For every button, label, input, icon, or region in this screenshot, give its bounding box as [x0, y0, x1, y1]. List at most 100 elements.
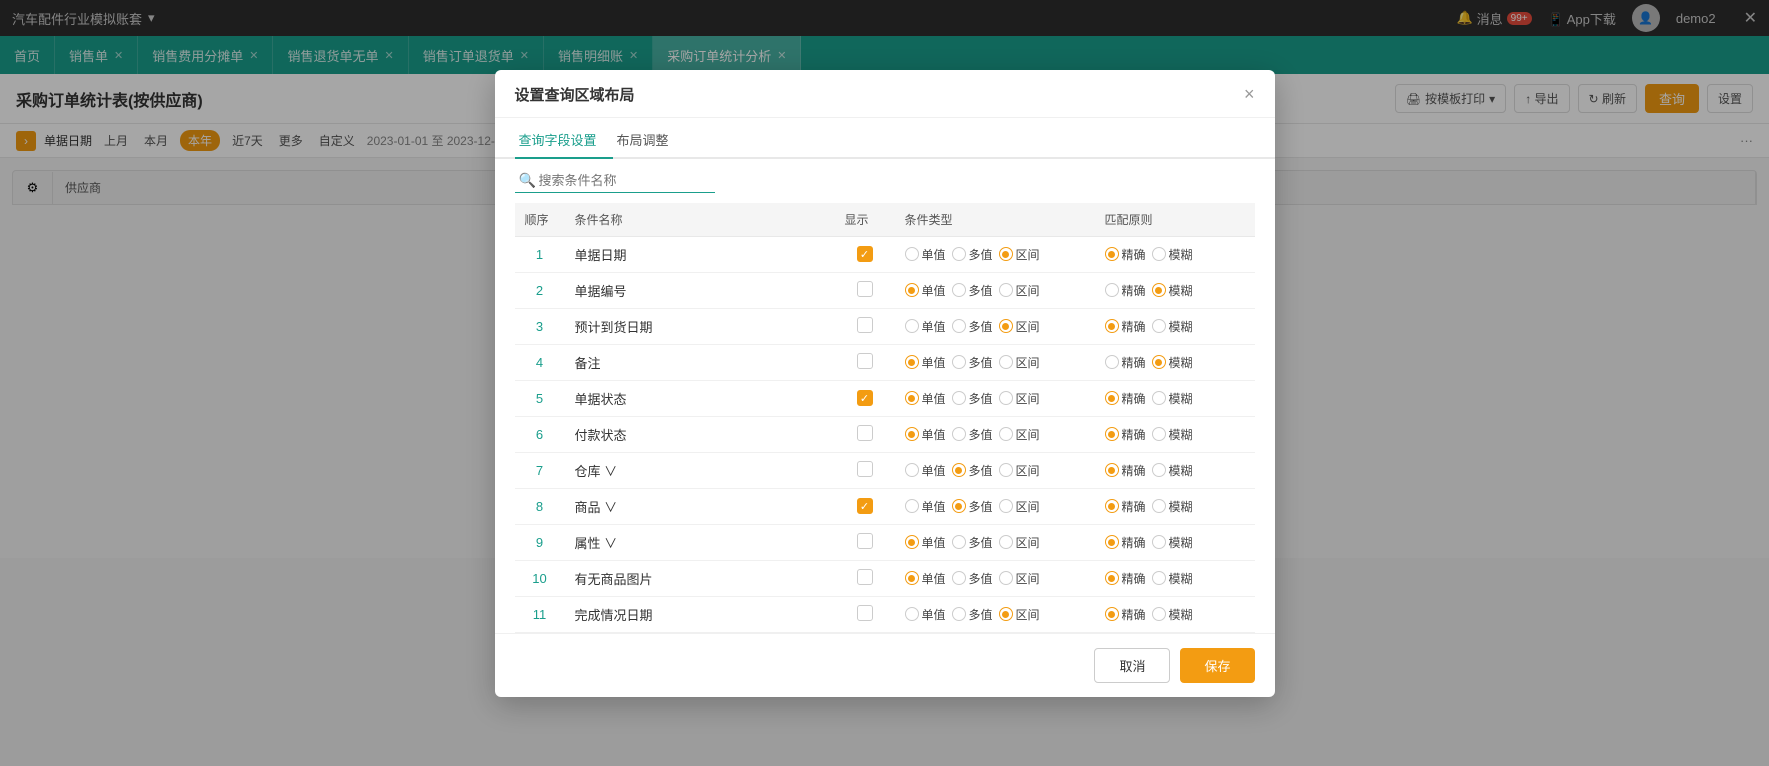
- radio-dot: [999, 535, 1013, 549]
- display-checkbox[interactable]: [857, 317, 873, 333]
- match-radio-精确[interactable]: 精确: [1105, 534, 1146, 551]
- cancel-button[interactable]: 取消: [1094, 648, 1170, 683]
- display-checkbox[interactable]: [857, 533, 873, 549]
- match-radio-精确[interactable]: 精确: [1105, 426, 1146, 443]
- type-radio-单值[interactable]: 单值: [905, 534, 946, 551]
- row-display-checkbox[interactable]: [835, 344, 895, 380]
- display-checkbox[interactable]: [857, 246, 873, 262]
- display-checkbox[interactable]: [857, 605, 873, 621]
- type-radio-单值[interactable]: 单值: [905, 390, 946, 407]
- modal-footer: 取消 保存: [495, 633, 1275, 697]
- match-radio-模糊[interactable]: 模糊: [1152, 390, 1193, 407]
- type-radio-单值[interactable]: 单值: [905, 498, 946, 515]
- type-radio-多值[interactable]: 多值: [952, 498, 993, 515]
- radio-dot: [1152, 463, 1166, 477]
- type-radio-多值[interactable]: 多值: [952, 354, 993, 371]
- type-radio-多值[interactable]: 多值: [952, 390, 993, 407]
- condition-search-input[interactable]: [515, 169, 715, 193]
- row-display-checkbox[interactable]: [835, 560, 895, 596]
- row-display-checkbox[interactable]: [835, 524, 895, 560]
- row-display-checkbox[interactable]: [835, 236, 895, 272]
- row-display-checkbox[interactable]: [835, 488, 895, 524]
- match-radio-精确[interactable]: 精确: [1105, 390, 1146, 407]
- radio-dot: [905, 427, 919, 441]
- type-radio-单值[interactable]: 单值: [905, 570, 946, 587]
- row-display-checkbox[interactable]: [835, 452, 895, 488]
- type-radio-单值[interactable]: 单值: [905, 318, 946, 335]
- type-radio-多值[interactable]: 多值: [952, 246, 993, 263]
- table-row: 8商品 ∨单值多值区间精确模糊: [515, 488, 1255, 524]
- type-radio-单值[interactable]: 单值: [905, 462, 946, 479]
- type-radio-单值[interactable]: 单值: [905, 354, 946, 371]
- match-radio-模糊[interactable]: 模糊: [1152, 570, 1193, 587]
- type-radio-多值[interactable]: 多值: [952, 606, 993, 623]
- row-type-radio-group: 单值多值区间: [895, 416, 1095, 452]
- match-radio-精确[interactable]: 精确: [1105, 606, 1146, 623]
- row-display-checkbox[interactable]: [835, 416, 895, 452]
- display-checkbox[interactable]: [857, 569, 873, 585]
- match-radio-模糊[interactable]: 模糊: [1152, 318, 1193, 335]
- match-radio-模糊[interactable]: 模糊: [1152, 282, 1193, 299]
- type-radio-区间[interactable]: 区间: [999, 354, 1040, 371]
- type-radio-多值[interactable]: 多值: [952, 534, 993, 551]
- match-radio-精确[interactable]: 精确: [1105, 246, 1146, 263]
- match-radio-模糊[interactable]: 模糊: [1152, 534, 1193, 551]
- type-radio-多值[interactable]: 多值: [952, 462, 993, 479]
- row-display-checkbox[interactable]: [835, 380, 895, 416]
- match-radio-模糊[interactable]: 模糊: [1152, 354, 1193, 371]
- display-checkbox[interactable]: [857, 390, 873, 406]
- type-radio-区间[interactable]: 区间: [999, 282, 1040, 299]
- type-radio-区间[interactable]: 区间: [999, 426, 1040, 443]
- type-radio-多值[interactable]: 多值: [952, 318, 993, 335]
- type-radio-区间[interactable]: 区间: [999, 390, 1040, 407]
- display-checkbox[interactable]: [857, 281, 873, 297]
- radio-dot: [905, 391, 919, 405]
- row-condition-name: 单据状态: [565, 380, 835, 416]
- type-radio-区间[interactable]: 区间: [999, 246, 1040, 263]
- type-radio-单值[interactable]: 单值: [905, 606, 946, 623]
- type-radio-区间[interactable]: 区间: [999, 318, 1040, 335]
- row-display-checkbox[interactable]: [835, 272, 895, 308]
- radio-dot: [952, 319, 966, 333]
- modal-close-button[interactable]: ×: [1244, 85, 1255, 103]
- match-radio-模糊[interactable]: 模糊: [1152, 246, 1193, 263]
- type-radio-多值[interactable]: 多值: [952, 426, 993, 443]
- display-checkbox[interactable]: [857, 425, 873, 441]
- row-display-checkbox[interactable]: [835, 308, 895, 344]
- match-radio-模糊[interactable]: 模糊: [1152, 606, 1193, 623]
- table-row: 10有无商品图片单值多值区间精确模糊: [515, 560, 1255, 596]
- type-radio-区间[interactable]: 区间: [999, 606, 1040, 623]
- match-radio-精确[interactable]: 精确: [1105, 318, 1146, 335]
- table-row: 9属性 ∨单值多值区间精确模糊: [515, 524, 1255, 560]
- match-radio-模糊[interactable]: 模糊: [1152, 498, 1193, 515]
- match-radio-模糊[interactable]: 模糊: [1152, 426, 1193, 443]
- modal-tab-query-fields[interactable]: 查询字段设置: [515, 122, 613, 159]
- type-radio-单值[interactable]: 单值: [905, 426, 946, 443]
- type-radio-区间[interactable]: 区间: [999, 462, 1040, 479]
- type-radio-多值[interactable]: 多值: [952, 570, 993, 587]
- match-radio-精确[interactable]: 精确: [1105, 570, 1146, 587]
- match-radio-精确[interactable]: 精确: [1105, 354, 1146, 371]
- radio-dot: [952, 463, 966, 477]
- match-radio-模糊[interactable]: 模糊: [1152, 462, 1193, 479]
- type-radio-区间[interactable]: 区间: [999, 498, 1040, 515]
- match-radio-精确[interactable]: 精确: [1105, 282, 1146, 299]
- row-display-checkbox[interactable]: [835, 596, 895, 632]
- save-button[interactable]: 保存: [1180, 648, 1254, 683]
- display-checkbox[interactable]: [857, 461, 873, 477]
- row-condition-name: 单据编号: [565, 272, 835, 308]
- search-wrap: 🔍: [515, 169, 715, 193]
- type-radio-多值[interactable]: 多值: [952, 282, 993, 299]
- match-radio-精确[interactable]: 精确: [1105, 462, 1146, 479]
- type-radio-单值[interactable]: 单值: [905, 246, 946, 263]
- type-radio-区间[interactable]: 区间: [999, 570, 1040, 587]
- display-checkbox[interactable]: [857, 498, 873, 514]
- match-radio-精确[interactable]: 精确: [1105, 498, 1146, 515]
- radio-dot: [1152, 427, 1166, 441]
- modal-tab-layout[interactable]: 布局调整: [613, 122, 685, 159]
- display-checkbox[interactable]: [857, 353, 873, 369]
- radio-dot: [905, 319, 919, 333]
- type-radio-单值[interactable]: 单值: [905, 282, 946, 299]
- type-radio-区间[interactable]: 区间: [999, 534, 1040, 551]
- radio-dot: [1105, 247, 1119, 261]
